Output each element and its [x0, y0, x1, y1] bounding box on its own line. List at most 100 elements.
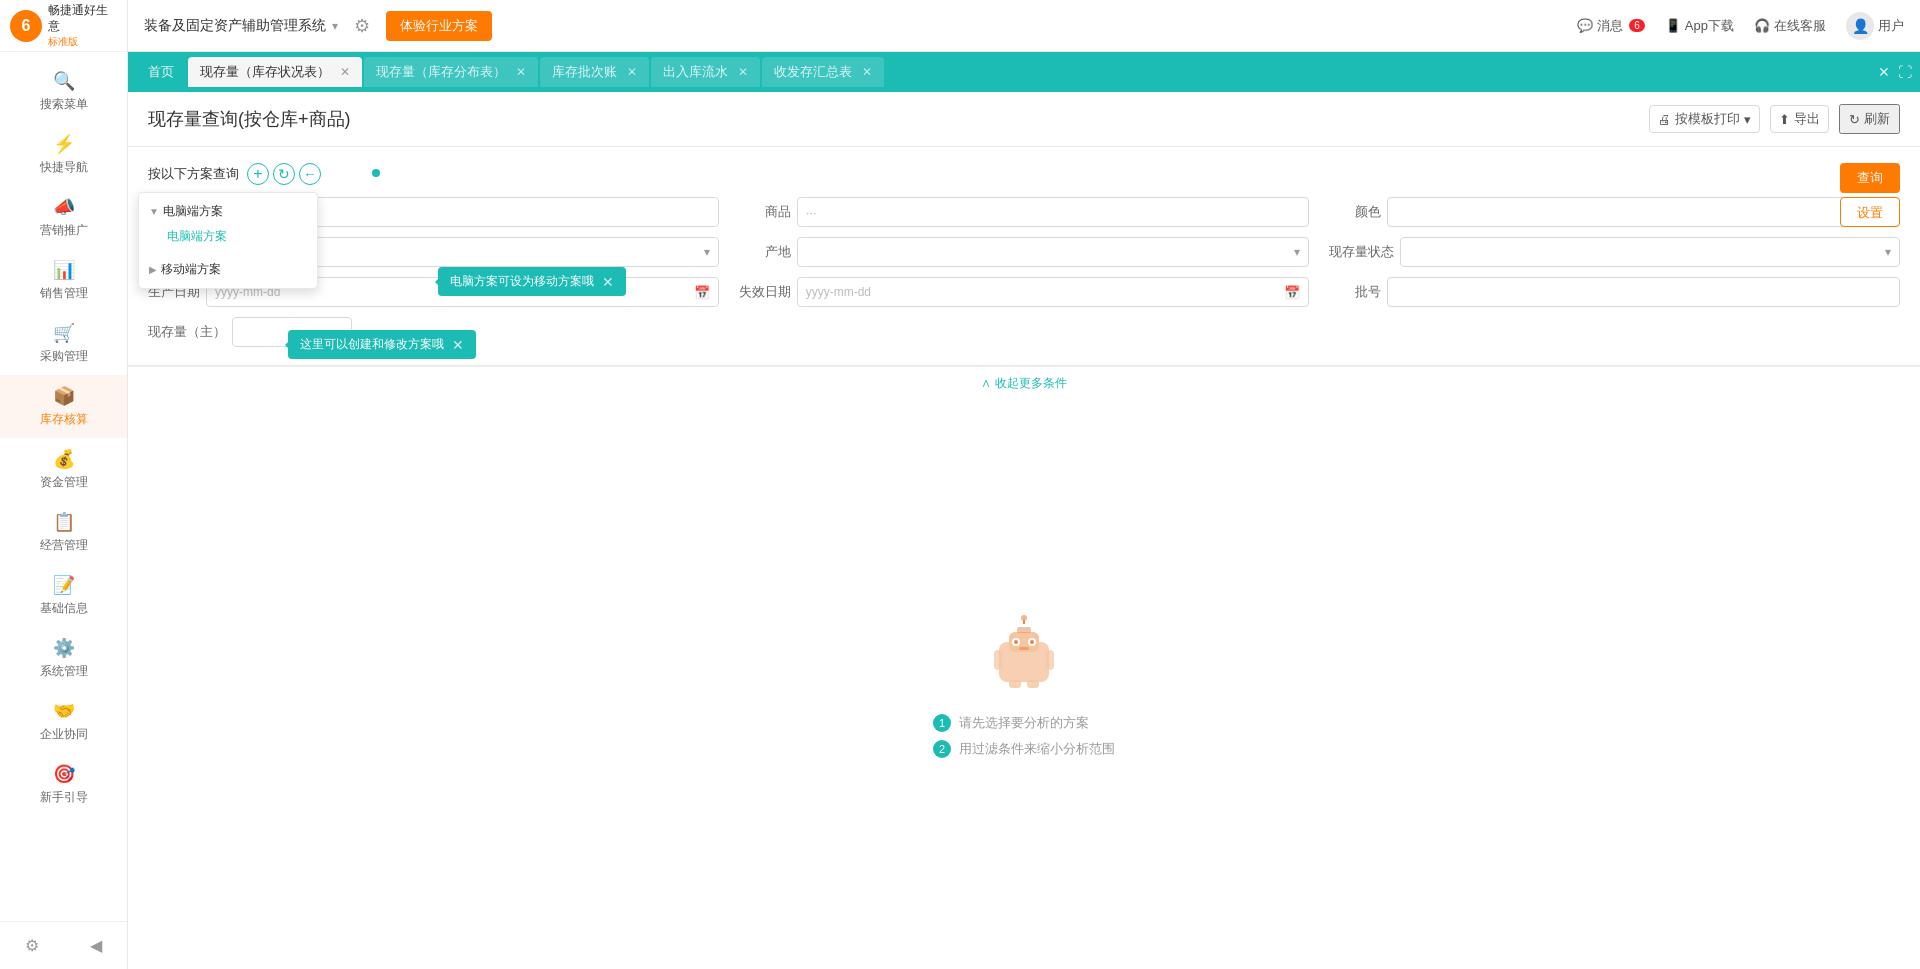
- filter-row-2: 尺码 ▾ 产地 ▾ 现存量状态: [148, 237, 1900, 267]
- svg-point-13: [1021, 615, 1027, 621]
- sidebar-item-finance[interactable]: 💰资金管理: [0, 438, 127, 501]
- tree-arrow-pc: ▼: [149, 206, 159, 217]
- reset-button[interactable]: 设置: [1840, 197, 1900, 227]
- svg-rect-7: [994, 650, 1002, 670]
- search-button[interactable]: 查询: [1840, 163, 1900, 193]
- filter-batch: 批号: [1329, 277, 1900, 307]
- refresh-button[interactable]: ↻ 刷新: [1839, 104, 1900, 134]
- tab-bar: 首页 现存量（库存状况表） ✕ 现存量（库存分布表） ✕ 库存批次账 ✕ 出入库…: [128, 52, 1920, 92]
- collapse-sidebar-icon[interactable]: ◀: [86, 932, 106, 959]
- sidebar-item-inventory[interactable]: 📦库存核算: [0, 375, 127, 438]
- trial-button[interactable]: 体验行业方案: [386, 11, 492, 41]
- sidebar-label-marketing: 营销推广: [40, 222, 88, 239]
- app-download-btn[interactable]: 📱 App下载: [1665, 17, 1734, 35]
- filter-stock-status: 现存量状态 ▾: [1329, 237, 1900, 267]
- collapse-label: 收起更多条件: [995, 376, 1067, 390]
- scheme-item-pc-1[interactable]: 电脑端方案: [139, 224, 317, 249]
- gear-icon[interactable]: ⚙: [354, 15, 370, 37]
- tab-fullscreen-icon[interactable]: ⛶: [1898, 64, 1912, 80]
- empty-step-2: 2 用过滤条件来缩小分析范围: [933, 740, 1115, 758]
- filter-row-1: 按搜商品 ··· 商品 ··· 颜色: [148, 197, 1900, 227]
- page-header: 现存量查询(按仓库+商品) 🖨 按模板打印 ▾ ⬆ 导出 ↻ 刷新: [128, 92, 1920, 147]
- color-select[interactable]: ▾: [1387, 197, 1900, 227]
- stock-status-select[interactable]: ▾: [1400, 237, 1900, 267]
- sidebar-item-sales[interactable]: 📊销售管理: [0, 249, 127, 312]
- exp-date-input[interactable]: yyyy-mm-dd 📅: [797, 277, 1310, 307]
- sidebar-item-operation[interactable]: 📋经营管理: [0, 501, 127, 564]
- sidebar-label-system: 系统管理: [40, 663, 88, 680]
- system-icon: ⚙️: [53, 637, 75, 659]
- top-header: 装备及固定资产辅助管理系统 ▾ ⚙ 体验行业方案 💬 消息 6 📱 App下载 …: [128, 0, 1920, 52]
- user-btn[interactable]: 👤 用户: [1846, 12, 1904, 40]
- tab-inout[interactable]: 出入库流水 ✕: [651, 57, 760, 87]
- tree-arrow-mobile: ▶: [149, 264, 157, 275]
- goods-label: 商品: [739, 203, 791, 221]
- tab-close-inventory-dist[interactable]: ✕: [516, 65, 526, 79]
- sidebar-item-purchase[interactable]: 🛒采购管理: [0, 312, 127, 375]
- tab-close-batch[interactable]: ✕: [627, 65, 637, 79]
- system-dropdown-arrow[interactable]: ▾: [332, 19, 338, 33]
- svg-rect-8: [1046, 650, 1054, 670]
- goods-input[interactable]: ···: [797, 197, 1310, 227]
- scheme-tree-pc-header[interactable]: ▼ 电脑端方案: [139, 199, 317, 224]
- sidebar-item-guide[interactable]: 🎯新手引导: [0, 753, 127, 816]
- sidebar-item-enterprise[interactable]: 🤝企业协同: [0, 690, 127, 753]
- tab-close-collect[interactable]: ✕: [862, 65, 872, 79]
- tab-close-all-icon[interactable]: ✕: [1878, 64, 1890, 80]
- print-button[interactable]: 🖨 按模板打印 ▾: [1649, 105, 1760, 133]
- filter-exp-date: 失效日期 yyyy-mm-dd 📅: [739, 277, 1310, 307]
- tab-inventory-status[interactable]: 现存量（库存状况表） ✕: [188, 57, 362, 87]
- refresh-scheme-btn[interactable]: ↻: [273, 163, 295, 185]
- scheme-tree-mobile-header[interactable]: ▶ 移动端方案: [139, 257, 317, 282]
- tab-collect[interactable]: 收发存汇总表 ✕: [762, 57, 884, 87]
- sidebar-item-search[interactable]: 🔍搜索菜单: [0, 60, 127, 123]
- tab-batch[interactable]: 库存批次账 ✕: [540, 57, 649, 87]
- header-right: 💬 消息 6 📱 App下载 🎧 在线客服 👤 用户: [1577, 12, 1904, 40]
- sidebar-item-basic[interactable]: 📝基础信息: [0, 564, 127, 627]
- settings-footer-icon[interactable]: ⚙: [21, 932, 43, 959]
- export-icon: ⬆: [1779, 112, 1790, 127]
- exp-date-label: 失效日期: [739, 283, 791, 301]
- batch-input[interactable]: [1387, 277, 1900, 307]
- export-button[interactable]: ⬆ 导出: [1770, 105, 1829, 133]
- content-area: 现存量查询(按仓库+商品) 🖨 按模板打印 ▾ ⬆ 导出 ↻ 刷新: [128, 92, 1920, 969]
- scheme-tree-pc-section: ▼ 电脑端方案 电脑端方案: [139, 197, 317, 251]
- origin-select[interactable]: ▾: [797, 237, 1310, 267]
- add-scheme-btn[interactable]: +: [247, 163, 269, 185]
- sidebar-item-marketing[interactable]: 📣营销推广: [0, 186, 127, 249]
- quick-icon: ⚡: [53, 133, 75, 155]
- right-buttons: 查询 设置: [1840, 163, 1900, 227]
- origin-select-arrow: ▾: [1294, 245, 1300, 259]
- sidebar-label-basic: 基础信息: [40, 600, 88, 617]
- purchase-icon: 🛒: [53, 322, 75, 344]
- tab-home[interactable]: 首页: [136, 63, 186, 81]
- sidebar-item-quick[interactable]: ⚡快捷导航: [0, 123, 127, 186]
- inventory-icon: 📦: [53, 385, 75, 407]
- collapse-icon: ∧: [981, 376, 991, 390]
- messages-btn[interactable]: 💬 消息 6: [1577, 17, 1645, 35]
- tab-bar-end: ✕ ⛶: [1878, 64, 1912, 80]
- size-select-arrow: ▾: [704, 245, 710, 259]
- refresh-icon: ↻: [1849, 112, 1860, 127]
- tooltip-edit-close[interactable]: ✕: [452, 337, 464, 353]
- step-num-1: 1: [933, 714, 951, 732]
- support-icon: 🎧: [1754, 18, 1770, 33]
- tab-close-inventory-status[interactable]: ✕: [340, 65, 350, 79]
- sidebar-nav: 🔍搜索菜单⚡快捷导航📣营销推广📊销售管理🛒采购管理📦库存核算💰资金管理📋经营管理…: [0, 52, 127, 921]
- system-name: 装备及固定资产辅助管理系统 ▾: [144, 17, 338, 35]
- tooltip-edit: 这里可以创建和修改方案哦 ✕: [288, 330, 476, 359]
- online-support-btn[interactable]: 🎧 在线客服: [1754, 17, 1826, 35]
- tooltip-pc-close[interactable]: ✕: [602, 274, 614, 290]
- tab-close-inout[interactable]: ✕: [738, 65, 748, 79]
- filter-grid-container: 按搜商品 ··· 商品 ··· 颜色: [148, 197, 1900, 347]
- filter-section: 按以下方案查询 + ↻ ← ▼ 电脑端方案 电脑端方案: [128, 147, 1920, 366]
- scheme-dot-indicator: [372, 169, 380, 177]
- sidebar-label-operation: 经营管理: [40, 537, 88, 554]
- tab-inventory-dist[interactable]: 现存量（库存分布表） ✕: [364, 57, 538, 87]
- mobile-section-label: 移动端方案: [161, 261, 221, 278]
- filter-goods: 商品 ···: [739, 197, 1310, 227]
- sidebar-item-system[interactable]: ⚙️ 系统管理: [0, 627, 127, 690]
- collapse-bar[interactable]: ∧ 收起更多条件: [128, 366, 1920, 400]
- back-scheme-btn[interactable]: ←: [299, 163, 321, 185]
- logo-text: 畅捷通好生意 标准版: [48, 3, 117, 47]
